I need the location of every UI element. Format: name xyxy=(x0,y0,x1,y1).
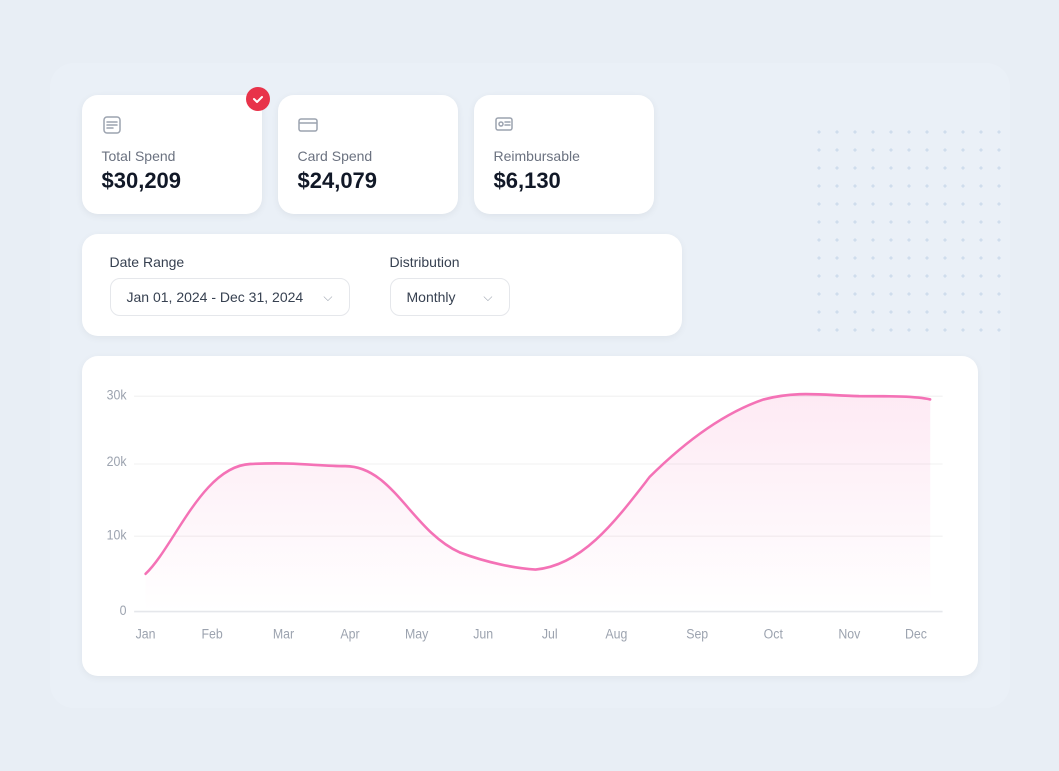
card-spend-card: Card Spend $24,079 xyxy=(278,95,458,214)
reimbursable-card: Reimbursable $6,130 xyxy=(474,95,654,214)
reimbursable-value: $6,130 xyxy=(494,168,630,194)
distribution-group: Distribution Monthly ⌵ xyxy=(390,254,510,316)
x-label-apr: Apr xyxy=(340,626,360,642)
distribution-select[interactable]: Monthly ⌵ xyxy=(390,278,510,316)
x-label-jul: Jul xyxy=(541,626,557,642)
date-range-group: Date Range Jan 01, 2024 - Dec 31, 2024 ⌵ xyxy=(110,254,350,316)
dotted-decoration xyxy=(810,123,1010,343)
chevron-down-icon-2: ⌵ xyxy=(483,290,492,305)
chart-fill xyxy=(145,394,930,611)
x-label-sep: Sep xyxy=(686,626,708,642)
filters-panel: Date Range Jan 01, 2024 - Dec 31, 2024 ⌵… xyxy=(82,234,682,336)
check-badge xyxy=(246,87,270,111)
card-icon xyxy=(298,115,434,140)
list-icon xyxy=(102,115,238,140)
badge-icon xyxy=(494,115,630,140)
chart-inner: 30k 20k 10k 0 xyxy=(98,380,954,660)
x-label-nov: Nov xyxy=(838,626,860,642)
y-label-10k: 10k xyxy=(106,527,126,543)
chart-container: 30k 20k 10k 0 xyxy=(82,356,978,676)
x-label-aug: Aug xyxy=(605,626,627,642)
distribution-value: Monthly xyxy=(407,289,456,305)
total-spend-value: $30,209 xyxy=(102,168,238,194)
date-range-select[interactable]: Jan 01, 2024 - Dec 31, 2024 ⌵ xyxy=(110,278,350,316)
x-label-may: May xyxy=(404,626,428,642)
x-label-dec: Dec xyxy=(904,626,926,642)
y-label-20k: 20k xyxy=(106,453,126,469)
x-label-mar: Mar xyxy=(272,626,294,642)
total-spend-label: Total Spend xyxy=(102,148,238,164)
y-label-0: 0 xyxy=(119,602,126,618)
reimbursable-label: Reimbursable xyxy=(494,148,630,164)
date-range-label: Date Range xyxy=(110,254,350,270)
x-label-jan: Jan xyxy=(135,626,155,642)
total-spend-card: Total Spend $30,209 xyxy=(82,95,262,214)
x-label-feb: Feb xyxy=(201,626,222,642)
card-spend-label: Card Spend xyxy=(298,148,434,164)
distribution-label: Distribution xyxy=(390,254,510,270)
chevron-down-icon: ⌵ xyxy=(323,290,332,305)
card-spend-value: $24,079 xyxy=(298,168,434,194)
date-range-value: Jan 01, 2024 - Dec 31, 2024 xyxy=(127,289,304,305)
x-label-oct: Oct xyxy=(763,626,783,642)
line-chart: 30k 20k 10k 0 xyxy=(98,380,954,660)
dashboard: Total Spend $30,209 Card Spend $24,079 xyxy=(50,63,1010,708)
x-label-jun: Jun xyxy=(473,626,493,642)
y-label-30k: 30k xyxy=(106,387,126,403)
